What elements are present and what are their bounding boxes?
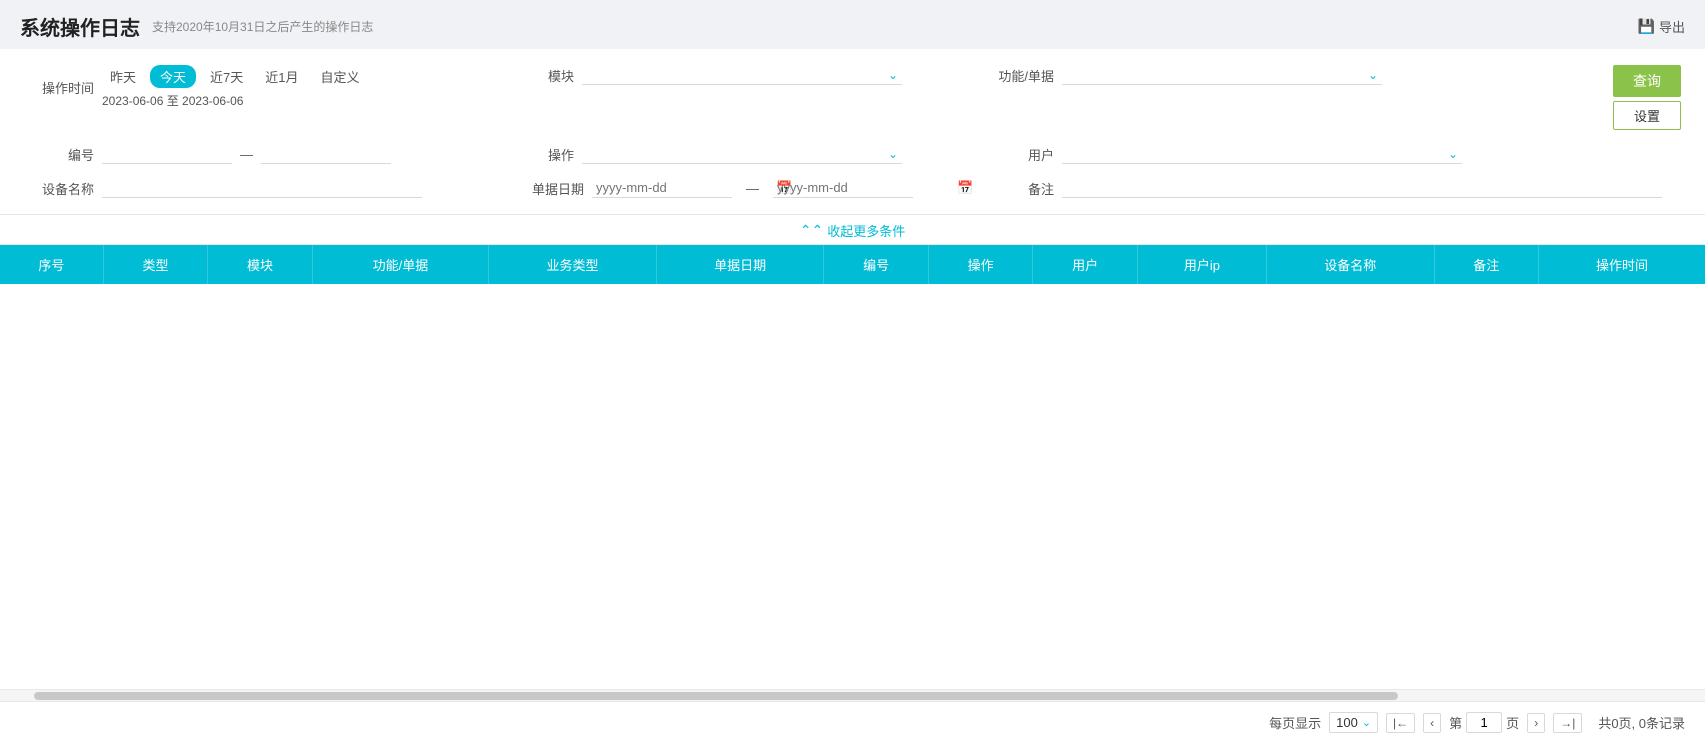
- operation-chevron-icon: ⌄: [888, 147, 898, 161]
- func-chevron-icon: ⌄: [1368, 68, 1378, 82]
- time-btn-1month[interactable]: 近1月: [257, 65, 306, 88]
- query-button[interactable]: 查询: [1613, 65, 1681, 97]
- page-number-input[interactable]: [1466, 712, 1502, 733]
- user-input[interactable]: [1066, 146, 1444, 161]
- col-num: 编号: [824, 245, 928, 284]
- time-btn-today[interactable]: 今天: [150, 65, 196, 88]
- col-date: 单据日期: [656, 245, 824, 284]
- time-btn-yesterday[interactable]: 昨天: [102, 65, 144, 88]
- page-title: 系统操作日志: [20, 12, 140, 41]
- module-input[interactable]: [586, 67, 884, 82]
- prev-page-button[interactable]: ‹: [1423, 713, 1441, 733]
- module-chevron-icon: ⌄: [888, 68, 898, 82]
- remark-input-wrap: [1062, 178, 1662, 198]
- col-remark: 备注: [1434, 245, 1538, 284]
- export-button[interactable]: 💾 导出: [1638, 17, 1685, 36]
- data-table: 序号 类型 模块 功能/单据 业务类型 单据日期 编号 操作 用户 用户ip 设…: [0, 245, 1705, 284]
- device-label: 设备名称: [24, 179, 94, 198]
- date-dash: —: [746, 181, 759, 196]
- num-to-input[interactable]: [261, 144, 391, 163]
- total-info: 共0页, 0条记录: [1598, 713, 1685, 732]
- num-label: 编号: [24, 145, 94, 164]
- collapse-row: ⌃⌃ 收起更多条件: [0, 215, 1705, 245]
- page-subtitle: 支持2020年10月31日之后产生的操作日志: [152, 18, 373, 35]
- export-label: 导出: [1659, 17, 1685, 36]
- page-info: 第 页: [1449, 712, 1519, 733]
- func-select[interactable]: ⌄: [1062, 65, 1382, 85]
- remark-input[interactable]: [1062, 178, 1662, 197]
- page-size-select[interactable]: 100 ⌄: [1329, 712, 1378, 733]
- operation-filter-col: 操作 ⌄: [504, 144, 984, 164]
- date-label: 单据日期: [504, 179, 584, 198]
- page-size-chevron-icon: ⌄: [1362, 716, 1371, 729]
- col-operation: 操作: [928, 245, 1032, 284]
- user-label: 用户: [984, 145, 1054, 164]
- module-filter-col: 模块 ⌄: [504, 65, 984, 85]
- table-header-row: 序号 类型 模块 功能/单据 业务类型 单据日期 编号 操作 用户 用户ip 设…: [0, 245, 1705, 284]
- operation-select[interactable]: ⌄: [582, 144, 902, 164]
- col-biz-type: 业务类型: [489, 245, 657, 284]
- module-select[interactable]: ⌄: [582, 65, 902, 85]
- date-range-wrap: 📅 — 📅: [592, 178, 913, 198]
- user-select[interactable]: ⌄: [1062, 144, 1462, 164]
- num-from-input[interactable]: [102, 144, 232, 163]
- remark-filter-col: 备注: [984, 178, 1681, 198]
- collapse-chevron-icon: ⌃⌃: [800, 222, 823, 239]
- time-btn-7days[interactable]: 近7天: [202, 65, 251, 88]
- func-label: 功能/单据: [984, 66, 1054, 85]
- export-icon: 💾: [1638, 18, 1655, 35]
- device-filter-col: 设备名称: [24, 178, 504, 198]
- col-func: 功能/单据: [312, 245, 488, 284]
- func-input[interactable]: [1066, 67, 1364, 82]
- page-size-label: 每页显示: [1269, 713, 1321, 732]
- last-page-button[interactable]: →|: [1553, 713, 1582, 733]
- num-input-pair: —: [102, 144, 391, 164]
- time-range: 2023-06-06 至 2023-06-06: [102, 92, 368, 109]
- collapse-button[interactable]: ⌃⌃ 收起更多条件: [800, 221, 905, 240]
- col-user-ip: 用户ip: [1137, 245, 1266, 284]
- page-end-label: 页: [1506, 713, 1519, 732]
- time-label: 操作时间: [24, 78, 94, 97]
- user-chevron-icon: ⌄: [1448, 147, 1458, 161]
- date-filter-col: 单据日期 📅 — 📅: [504, 178, 984, 198]
- operation-input[interactable]: [586, 146, 884, 161]
- time-filter-col: 操作时间 昨天 今天 近7天 近1月 自定义 2023-06-06 至 2023…: [24, 65, 504, 109]
- num-dash: —: [240, 147, 253, 162]
- col-user: 用户: [1033, 245, 1137, 284]
- settings-button[interactable]: 设置: [1613, 101, 1681, 130]
- first-page-button[interactable]: |←: [1386, 713, 1415, 733]
- num-to-wrap: [261, 144, 391, 164]
- col-type: 类型: [103, 245, 207, 284]
- time-filter-group: 昨天 今天 近7天 近1月 自定义 2023-06-06 至 2023-06-0…: [102, 65, 368, 109]
- func-filter-col: 功能/单据 ⌄: [984, 65, 1613, 85]
- remark-label: 备注: [984, 179, 1054, 198]
- device-input[interactable]: [102, 178, 422, 197]
- page-size-value: 100: [1336, 715, 1358, 730]
- date-to-input[interactable]: [773, 178, 957, 197]
- pagination: 每页显示 100 ⌄ |← ‹ 第 页 › →| 共0页, 0条记录: [0, 701, 1705, 743]
- date-from-wrap: 📅: [592, 178, 732, 198]
- horizontal-scrollbar[interactable]: [0, 689, 1705, 701]
- col-device: 设备名称: [1266, 245, 1434, 284]
- action-buttons: 查询 设置: [1613, 65, 1681, 130]
- num-from-wrap: [102, 144, 232, 164]
- operation-label: 操作: [504, 145, 574, 164]
- page-header: 系统操作日志 支持2020年10月31日之后产生的操作日志 💾 导出: [0, 0, 1705, 49]
- module-label: 模块: [504, 66, 574, 85]
- device-input-wrap: [102, 178, 422, 198]
- collapse-label: 收起更多条件: [827, 221, 905, 240]
- filter-panel: 操作时间 昨天 今天 近7天 近1月 自定义 2023-06-06 至 2023…: [0, 49, 1705, 215]
- user-filter-col: 用户 ⌄: [984, 144, 1681, 164]
- page-label: 第: [1449, 713, 1462, 732]
- col-seq: 序号: [0, 245, 103, 284]
- table-container: 序号 类型 模块 功能/单据 业务类型 单据日期 编号 操作 用户 用户ip 设…: [0, 245, 1705, 689]
- calendar-to-icon[interactable]: 📅: [957, 180, 973, 196]
- col-module: 模块: [208, 245, 312, 284]
- col-op-time: 操作时间: [1539, 245, 1705, 284]
- scroll-thumb[interactable]: [34, 692, 1398, 700]
- num-filter-col: 编号 —: [24, 144, 504, 164]
- next-page-button[interactable]: ›: [1527, 713, 1545, 733]
- date-to-wrap: 📅: [773, 178, 913, 198]
- time-btn-custom[interactable]: 自定义: [313, 65, 368, 88]
